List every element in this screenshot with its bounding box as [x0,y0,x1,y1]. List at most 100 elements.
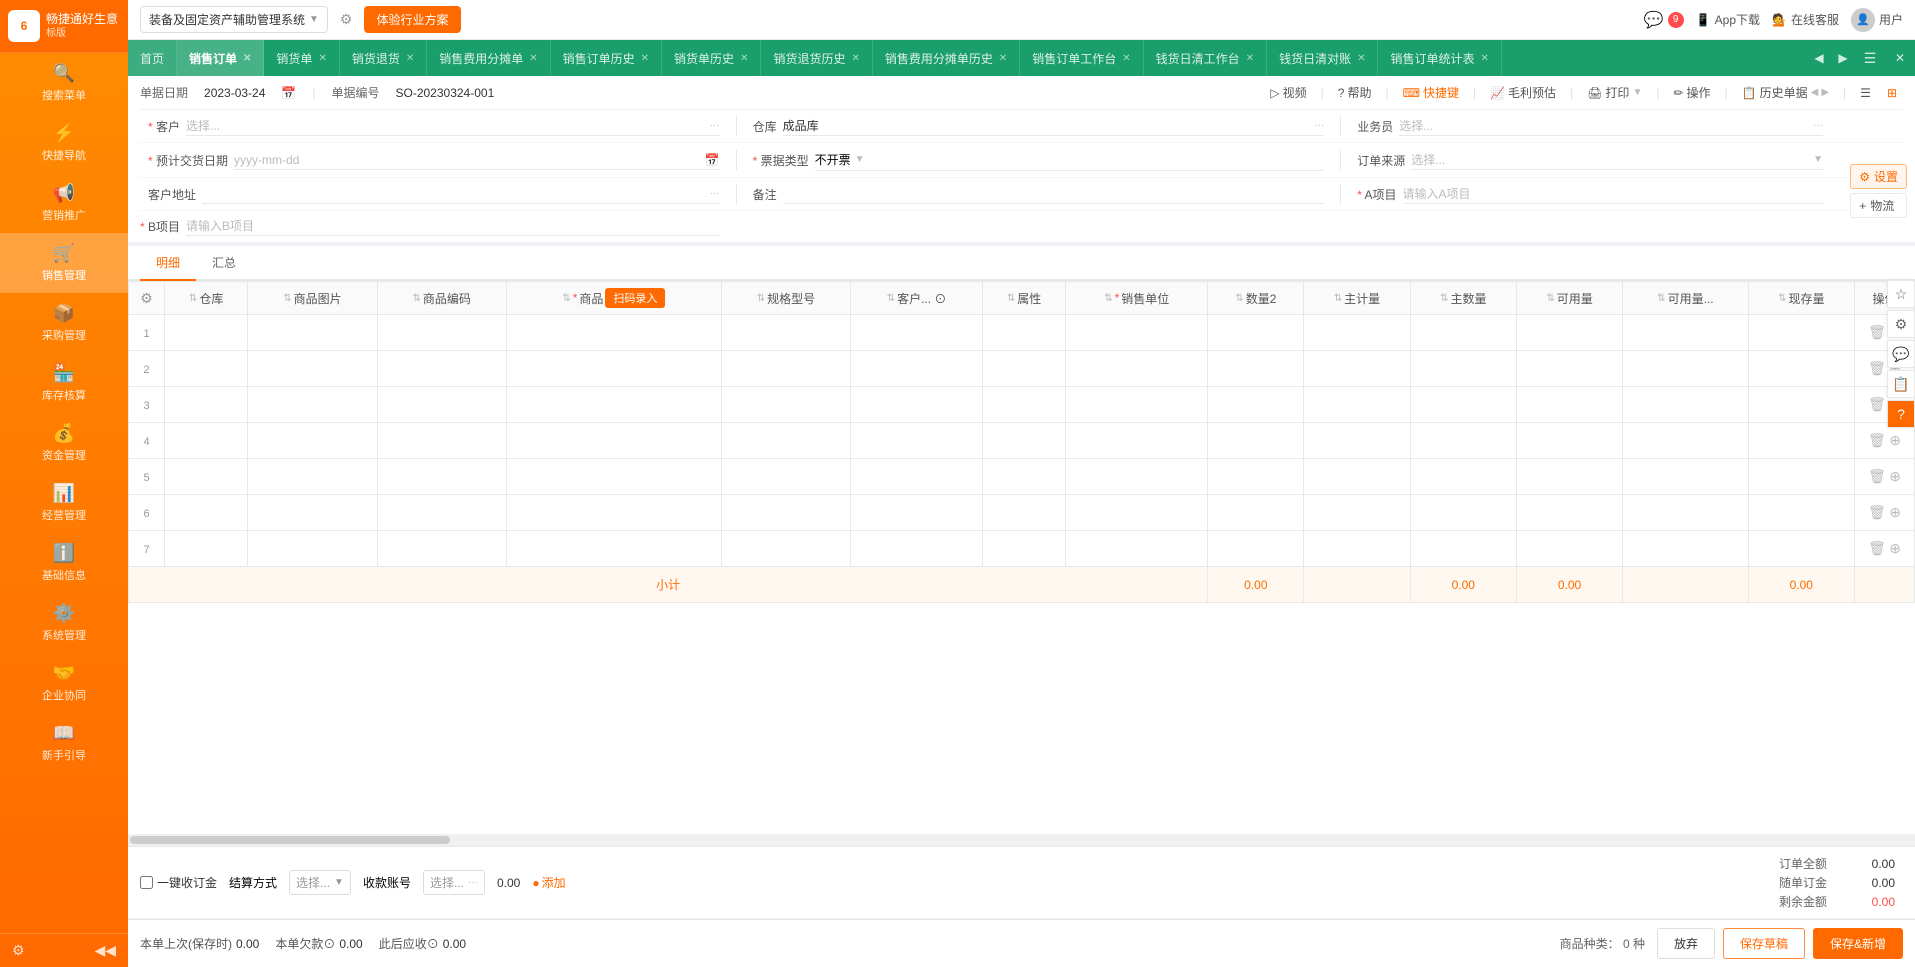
tab-home[interactable]: 首页 [128,40,177,76]
sidebar-settings-icon[interactable]: ⚙ [12,942,25,959]
user-item[interactable]: 👤 用户 [1851,8,1903,32]
tab-close-icon[interactable]: ✕ [999,53,1007,64]
sidebar-collapse-icon[interactable]: ◀◀ [94,942,116,959]
copy-icon[interactable]: ⊕ [1889,504,1901,520]
shortcut-btn[interactable]: ⌨ 快捷键 [1397,82,1465,103]
delete-icon[interactable]: 🗑 [1868,468,1886,484]
delivery-date-calendar-icon[interactable]: 📅 [705,153,720,167]
sidebar-item-finance[interactable]: 💰 资金管理 [0,413,128,473]
sidebar-item-baseinfo[interactable]: ℹ️ 基础信息 [0,533,128,593]
tab-close-icon[interactable]: ✕ [243,53,251,64]
app-selector[interactable]: 装备及固定资产辅助管理系统 ▼ [140,6,328,33]
sidebar-item-operation[interactable]: 📊 经营管理 [0,473,128,533]
delivery-date-input[interactable] [234,153,701,167]
tab-close-icon[interactable]: ✕ [318,53,326,64]
sidebar-item-marketing[interactable]: 📢 营销推广 [0,173,128,233]
sort-icon[interactable]: ⇅ [1546,293,1554,304]
tab-close-icon[interactable]: ✕ [1246,53,1254,64]
scan-btn[interactable]: 扫码录入 [605,288,665,308]
copy-icon[interactable]: ⊕ [1889,432,1901,448]
grid-view-btn[interactable]: ⊞ [1881,84,1903,102]
tab-fee-history[interactable]: 销售费用分摊单历史 ✕ [873,40,1020,76]
sort-icon[interactable]: ⇅ [562,293,570,304]
sort-icon[interactable]: ⇅ [1235,293,1243,304]
scroll-track[interactable] [128,834,1915,846]
delete-icon[interactable]: 🗑 [1868,504,1886,520]
sort-icon[interactable]: ⇅ [1657,293,1665,304]
sidebar-item-guide[interactable]: 📖 新手引导 [0,713,128,773]
save-draft-btn[interactable]: 保存草稿 [1723,928,1805,959]
sidebar-item-enterprise[interactable]: 🤝 企业协同 [0,653,128,713]
payment-method-select[interactable]: 选择... ▼ [289,870,351,895]
tab-return-history[interactable]: 销货退货历史 ✕ [761,40,872,76]
a-project-input[interactable] [1403,187,1823,201]
delete-icon[interactable]: 🗑 [1868,540,1886,556]
tab-close-icon[interactable]: ✕ [406,53,414,64]
industry-btn[interactable]: 体验行业方案 [364,6,460,33]
sort-icon[interactable]: ⇅ [283,293,291,304]
salesperson-input-box[interactable]: ··· [1399,117,1823,136]
gear-icon[interactable]: ⚙ [140,290,153,307]
tab-daily-reconcile[interactable]: 钱货日清对账 ✕ [1267,40,1378,76]
account-dots-icon[interactable]: ··· [468,877,478,888]
sort-icon[interactable]: ⇅ [1334,293,1342,304]
sidebar-item-quicknav[interactable]: ⚡ 快捷导航 [0,113,128,173]
side-btn-5[interactable]: ? [1887,400,1915,428]
tab-workbench[interactable]: 销售订单工作台 ✕ [1020,40,1143,76]
logistics-btn[interactable]: + 物流 [1850,193,1907,218]
sort-icon[interactable]: ⇅ [1104,293,1112,304]
tab-summary[interactable]: 汇总 [196,246,252,281]
tab-close-icon[interactable]: ✕ [851,53,859,64]
a-project-input-box[interactable] [1403,185,1823,204]
copy-icon[interactable]: ⊕ [1889,468,1901,484]
tab-sales-order-history[interactable]: 销售订单历史 ✕ [551,40,662,76]
topbar-gear-icon[interactable]: ⚙ [336,7,357,32]
add-payment-btn[interactable]: ● 添加 [532,874,565,891]
remarks-input[interactable] [783,187,1325,201]
scroll-thumb[interactable] [130,836,450,844]
order-source-input[interactable] [1411,153,1809,167]
side-btn-1[interactable]: ☆ [1887,280,1915,308]
tab-sales-goods[interactable]: 销货单 ✕ [264,40,339,76]
help-btn[interactable]: ? 帮助 [1332,82,1378,103]
tab-sales-order[interactable]: 销售订单 ✕ [177,40,264,76]
tab-close-icon[interactable]: ✕ [740,53,748,64]
sidebar-item-inventory[interactable]: 🏪 库存核算 [0,353,128,413]
copy-icon[interactable]: ⊕ [1889,540,1901,556]
tab-close-icon[interactable]: ✕ [529,53,537,64]
calendar-icon[interactable]: 📅 [281,86,296,100]
address-input[interactable] [202,187,706,201]
invoice-type-select[interactable]: 不开票 ▼ [815,149,1325,171]
discard-btn[interactable]: 放弃 [1657,928,1715,959]
sort-icon[interactable]: ⇅ [412,293,420,304]
customer-input-box[interactable]: ··· [186,117,720,136]
address-dots-icon[interactable]: ··· [710,188,720,199]
one-click-checkbox-input[interactable] [140,876,153,889]
tab-sales-fee[interactable]: 销售费用分摊单 ✕ [427,40,550,76]
customer-dots-icon[interactable]: ··· [710,120,720,131]
print-btn[interactable]: 🖨 打印 ▼ [1581,82,1648,103]
tab-goods-history[interactable]: 销货单历史 ✕ [662,40,761,76]
remarks-input-box[interactable] [783,185,1325,204]
profit-btn[interactable]: 📈 毛利预估 [1484,82,1562,103]
sort-icon[interactable]: ⇅ [1440,293,1448,304]
warehouse-input-box[interactable]: ··· [783,117,1325,136]
sort-icon[interactable]: ⇅ [887,293,895,304]
settings-btn[interactable]: ⚙ 设置 [1850,164,1907,189]
order-source-select[interactable]: ▼ [1411,151,1823,170]
side-btn-2[interactable]: ⚙ [1887,310,1915,338]
online-service-item[interactable]: 💁 在线客服 [1772,11,1839,28]
tab-close-icon[interactable]: ✕ [1481,53,1489,64]
sort-icon[interactable]: ⇅ [1778,293,1786,304]
tab-close-icon[interactable]: ✕ [641,53,649,64]
warehouse-input[interactable] [783,119,1311,133]
sidebar-item-purchase[interactable]: 📦 采购管理 [0,293,128,353]
notification-item[interactable]: 💬 9 [1644,10,1684,30]
delete-icon[interactable]: 🗑 [1868,432,1886,448]
tab-close-icon[interactable]: ✕ [1122,53,1130,64]
b-project-input[interactable] [186,219,720,233]
tabbar-prev-btn[interactable]: ◀ [1807,40,1831,76]
payment-account-select[interactable]: 选择... ··· [423,870,485,895]
side-btn-3[interactable]: 💬 [1887,340,1915,368]
history-btn[interactable]: 📋 历史单据 ◀ ▶ [1736,82,1835,103]
